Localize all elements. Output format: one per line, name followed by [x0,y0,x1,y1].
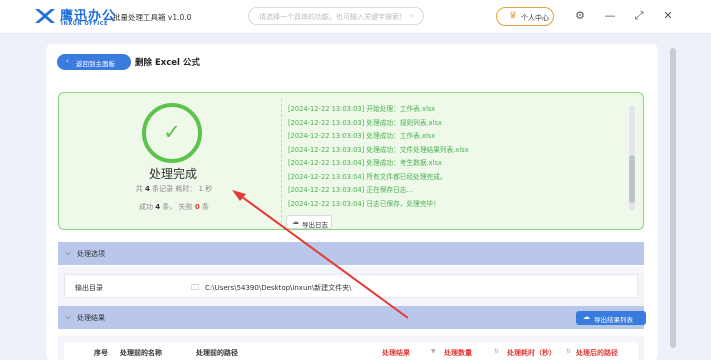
results-section-label: 处理结果 [77,314,105,322]
log-line: [2024-12-22 13:03:04] 正在保存日志... [288,186,413,194]
success-unit: 条， [162,203,177,211]
filter-icon[interactable]: ▼ [431,348,436,355]
export-log-label: 导出日志 [302,221,328,229]
column-header[interactable]: 序号 [94,348,108,358]
page-title: 删除 Excel 公式 [135,58,200,68]
success-count: 4 [155,203,161,211]
success-label: 成功 [139,203,154,211]
user-center-label: 个人中心 [521,14,549,22]
back-button-label: 返回到主面板 [76,60,115,68]
log-scrollbar-thumb[interactable] [629,155,635,203]
total-count: 4 [144,185,150,193]
fail-count: 0 [194,203,200,211]
output-dir-label: 输出目录 [75,284,103,292]
title-bar: 鹰迅办公 INXUN OFFICE 批量处理工具箱 v1.0.0 请选择一个具体… [0,0,711,34]
sort-icon[interactable]: ⇅ [494,348,499,355]
elapsed-label: 耗时： [175,185,197,193]
check-icon: ✓ [163,120,181,144]
page-scrollbar[interactable] [668,44,678,360]
minimize-icon[interactable]: — [603,9,617,23]
close-icon[interactable]: ✕ [661,9,675,23]
chevron-down-icon: ⌵ [65,248,72,257]
expand-icon[interactable]: ⤢ [632,9,646,23]
back-to-dashboard-button[interactable]: ‹ 返回到主面板 [57,54,131,70]
total-unit: 条记录 [152,185,174,193]
column-header[interactable]: 处理结果 [382,348,410,358]
success-summary: 成功 4 条， 失败 0 条 [99,202,249,212]
table-header: 序号 处理前的名称 处理前的路径 处理结果 ▼ 处理数量 ⇅ 处理耗时（秒） ⇅… [64,342,638,360]
user-center-button[interactable]: ♛ 个人中心 [496,7,554,26]
total-prefix: 共 [135,185,143,193]
gear-icon[interactable]: ⚙ [573,9,587,23]
crown-icon: ♛ [509,11,518,21]
log-line: [2024-12-22 13:03:03] 处理成功：工作表.xlsx [288,132,436,140]
fail-unit: 条 [201,203,209,211]
column-header[interactable]: 处理前的名称 [120,348,162,358]
main-card: ‹ 返回到主面板 删除 Excel 公式 ✓ 处理完成 共 4 条记录 耗时： … [46,44,658,360]
results-table: 序号 处理前的名称 处理前的路径 处理结果 ▼ 处理数量 ⇅ 处理耗时（秒） ⇅… [58,336,644,360]
bird-x-logo-icon [35,9,55,23]
chevron-left-icon: ‹ [66,57,69,65]
export-log-button[interactable]: ☁ 导出日志 [286,215,332,229]
options-section-header[interactable]: ⌵ 处理选项 [58,242,644,265]
log-line: [2024-12-22 13:03:04] 日志已保存，处理完毕！ [288,199,440,208]
options-section-label: 处理选项 [77,250,105,258]
folder-icon: 🗀 [191,283,199,292]
log-line: [2024-12-22 13:03:03] 处理成功：文件处理结果列表.xlsx [288,145,469,154]
check-circle-icon: ✓ [142,103,202,163]
search-placeholder: 请选择一个具体的功能，也可输入关键字搜索！ [259,13,406,21]
log-line: [2024-12-22 13:03:04] 处理成功：考生数据.xlsx [288,159,442,167]
column-header[interactable]: 处理耗时（秒） [507,348,556,358]
function-search-input[interactable]: 请选择一个具体的功能，也可输入关键字搜索！ ⌵ [248,7,424,25]
log-line: [2024-12-22 13:03:03] 处理成功：规则列表.xlsx [288,118,442,127]
column-header[interactable]: 处理后的路径 [576,348,618,358]
export-results-button[interactable]: ☁ 导出结果列表 [576,311,646,325]
cloud-upload-icon: ☁ [292,218,299,226]
chevron-down-icon[interactable]: ⌵ [409,11,414,20]
results-section-header[interactable]: ⌵ 处理结果 ☁ 导出结果列表 [58,306,646,329]
output-dir-field[interactable]: 输出目录 🗀 C:\Users\54390\Desktop\inxun\新建文件… [64,274,638,298]
fail-label: 失败 [178,203,193,211]
sort-icon[interactable]: ⇅ [566,348,571,355]
output-dir-path: C:\Users\54390\Desktop\inxun\新建文件夹\ [205,284,352,292]
chevron-down-icon: ⌵ [65,312,72,321]
total-summary: 共 4 条记录 耗时： 1 秒 [99,184,249,194]
page-scrollbar-thumb[interactable] [670,48,676,348]
app-title: 批量处理工具箱 v1.0.0 [113,13,192,22]
output-dir-row: 输出目录 🗀 C:\Users\54390\Desktop\inxun\新建文件… [58,267,644,306]
log-line: [2024-12-22 13:03:03] 开始处理：工作表.xlsx [288,105,436,113]
log-list: [2024-12-22 13:03:03] 开始处理：工作表.xlsx [202… [281,99,627,229]
result-panel: ✓ 处理完成 共 4 条记录 耗时： 1 秒 成功 4 条， 失败 0 条 [2… [58,92,644,230]
logo-subtext: INXUN OFFICE [61,21,109,27]
cloud-upload-icon: ☁ [583,313,590,321]
column-header[interactable]: 处理前的路径 [196,348,238,358]
column-header[interactable]: 处理数量 [444,348,472,358]
elapsed-value: 1 秒 [198,185,213,193]
log-line: [2024-12-22 13:03:04] 所有文件都已经处理完成。 [288,172,447,181]
result-title: 处理完成 [148,167,197,181]
export-results-label: 导出结果列表 [594,316,633,324]
